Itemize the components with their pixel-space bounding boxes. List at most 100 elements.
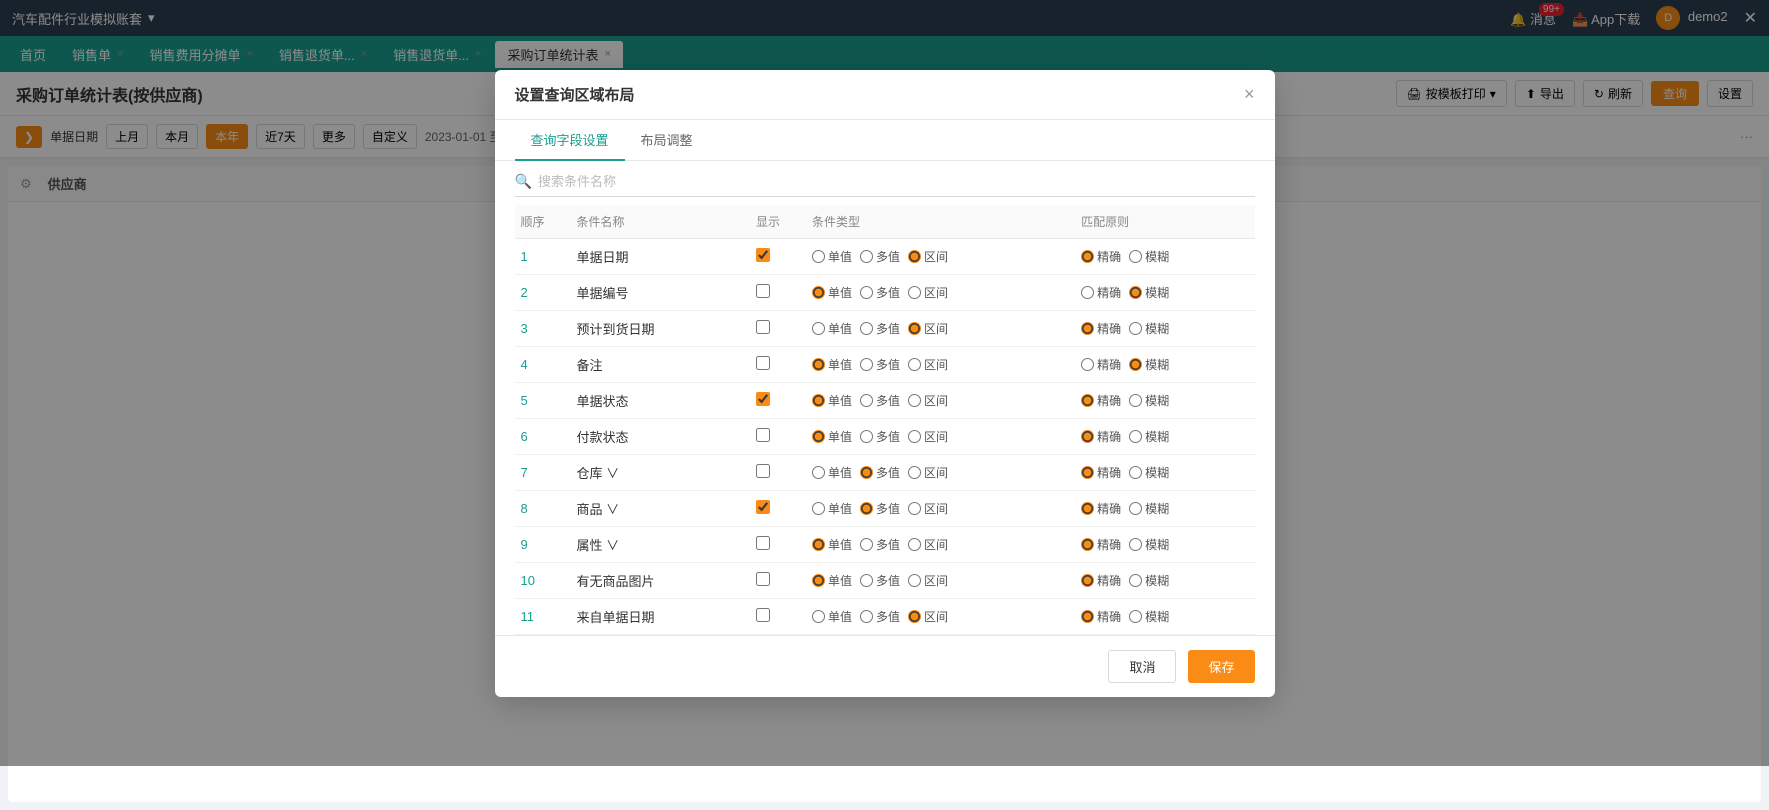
dialog-tab-layout[interactable]: 布局调整 bbox=[625, 120, 709, 161]
type-radio-1[interactable]: 多值 bbox=[860, 248, 900, 265]
row-display[interactable] bbox=[750, 346, 806, 382]
display-checkbox[interactable] bbox=[756, 248, 770, 262]
type-radio-2[interactable]: 区间 bbox=[908, 284, 948, 301]
match-radio-0[interactable]: 精确 bbox=[1081, 284, 1121, 301]
row-match: 精确模糊 bbox=[1075, 310, 1254, 346]
row-seq: 1 bbox=[521, 249, 528, 264]
row-display[interactable] bbox=[750, 598, 806, 634]
display-checkbox[interactable] bbox=[756, 284, 770, 298]
match-radio-0[interactable]: 精确 bbox=[1081, 608, 1121, 625]
match-radio-0[interactable]: 精确 bbox=[1081, 428, 1121, 445]
type-radio-1[interactable]: 多值 bbox=[860, 500, 900, 517]
type-radio-2[interactable]: 区间 bbox=[908, 572, 948, 589]
type-radio-2[interactable]: 区间 bbox=[908, 536, 948, 553]
table-row: 2单据编号单值多值区间精确模糊 bbox=[515, 274, 1255, 310]
type-radio-2[interactable]: 区间 bbox=[908, 500, 948, 517]
row-display[interactable] bbox=[750, 310, 806, 346]
row-display[interactable] bbox=[750, 490, 806, 526]
table-row: 6付款状态单值多值区间精确模糊 bbox=[515, 418, 1255, 454]
row-seq: 8 bbox=[521, 501, 528, 516]
type-radio-0[interactable]: 单值 bbox=[812, 536, 852, 553]
save-btn[interactable]: 保存 bbox=[1188, 650, 1254, 683]
search-input[interactable] bbox=[538, 174, 1255, 189]
row-match: 精确模糊 bbox=[1075, 526, 1254, 562]
type-radio-1[interactable]: 多值 bbox=[860, 464, 900, 481]
type-radio-2[interactable]: 区间 bbox=[908, 392, 948, 409]
type-radio-0[interactable]: 单值 bbox=[812, 572, 852, 589]
type-radio-1[interactable]: 多值 bbox=[860, 608, 900, 625]
match-radio-1[interactable]: 模糊 bbox=[1129, 392, 1169, 409]
type-radio-1[interactable]: 多值 bbox=[860, 536, 900, 553]
display-checkbox[interactable] bbox=[756, 320, 770, 334]
type-radio-0[interactable]: 单值 bbox=[812, 428, 852, 445]
table-row: 10有无商品图片单值多值区间精确模糊 bbox=[515, 562, 1255, 598]
display-checkbox[interactable] bbox=[756, 536, 770, 550]
type-radio-1[interactable]: 多值 bbox=[860, 320, 900, 337]
type-radio-0[interactable]: 单值 bbox=[812, 392, 852, 409]
display-checkbox[interactable] bbox=[756, 428, 770, 442]
display-checkbox[interactable] bbox=[756, 572, 770, 586]
dialog-title: 设置查询区域布局 bbox=[515, 84, 635, 105]
type-radio-2[interactable]: 区间 bbox=[908, 608, 948, 625]
type-radio-2[interactable]: 区间 bbox=[908, 356, 948, 373]
type-radio-0[interactable]: 单值 bbox=[812, 248, 852, 265]
type-radio-2[interactable]: 区间 bbox=[908, 320, 948, 337]
row-seq: 10 bbox=[521, 573, 535, 588]
display-checkbox[interactable] bbox=[756, 608, 770, 622]
dialog-close-btn[interactable]: × bbox=[1244, 85, 1255, 103]
display-checkbox[interactable] bbox=[756, 464, 770, 478]
match-radio-0[interactable]: 精确 bbox=[1081, 320, 1121, 337]
type-radio-1[interactable]: 多值 bbox=[860, 572, 900, 589]
type-radio-1[interactable]: 多值 bbox=[860, 428, 900, 445]
cancel-btn[interactable]: 取消 bbox=[1108, 650, 1176, 683]
row-seq: 5 bbox=[521, 393, 528, 408]
match-radio-0[interactable]: 精确 bbox=[1081, 392, 1121, 409]
match-radio-0[interactable]: 精确 bbox=[1081, 536, 1121, 553]
match-radio-1[interactable]: 模糊 bbox=[1129, 572, 1169, 589]
match-radio-1[interactable]: 模糊 bbox=[1129, 464, 1169, 481]
type-radio-0[interactable]: 单值 bbox=[812, 500, 852, 517]
type-radio-0[interactable]: 单值 bbox=[812, 284, 852, 301]
row-name: 付款状态 bbox=[571, 418, 750, 454]
match-radio-0[interactable]: 精确 bbox=[1081, 572, 1121, 589]
match-radio-1[interactable]: 模糊 bbox=[1129, 284, 1169, 301]
match-radio-0[interactable]: 精确 bbox=[1081, 248, 1121, 265]
display-checkbox[interactable] bbox=[756, 392, 770, 406]
display-checkbox[interactable] bbox=[756, 356, 770, 370]
row-seq: 3 bbox=[521, 321, 528, 336]
row-seq: 9 bbox=[521, 537, 528, 552]
row-display[interactable] bbox=[750, 562, 806, 598]
type-radio-2[interactable]: 区间 bbox=[908, 428, 948, 445]
type-radio-2[interactable]: 区间 bbox=[908, 464, 948, 481]
dialog-tab-query-fields-label: 查询字段设置 bbox=[531, 133, 609, 148]
type-radio-1[interactable]: 多值 bbox=[860, 392, 900, 409]
match-radio-0[interactable]: 精确 bbox=[1081, 464, 1121, 481]
dialog-overlay: 设置查询区域布局 × 查询字段设置 布局调整 🔍 顺序 条件名称 bbox=[0, 0, 1769, 766]
match-radio-0[interactable]: 精确 bbox=[1081, 500, 1121, 517]
row-display[interactable] bbox=[750, 454, 806, 490]
type-radio-1[interactable]: 多值 bbox=[860, 356, 900, 373]
type-radio-0[interactable]: 单值 bbox=[812, 320, 852, 337]
display-checkbox[interactable] bbox=[756, 500, 770, 514]
type-radio-0[interactable]: 单值 bbox=[812, 356, 852, 373]
row-type: 单值多值区间 bbox=[806, 418, 1075, 454]
match-radio-1[interactable]: 模糊 bbox=[1129, 500, 1169, 517]
row-name: 单据编号 bbox=[571, 274, 750, 310]
row-display[interactable] bbox=[750, 418, 806, 454]
dialog-tab-query-fields[interactable]: 查询字段设置 bbox=[515, 120, 625, 161]
match-radio-1[interactable]: 模糊 bbox=[1129, 320, 1169, 337]
match-radio-1[interactable]: 模糊 bbox=[1129, 248, 1169, 265]
match-radio-1[interactable]: 模糊 bbox=[1129, 356, 1169, 373]
match-radio-1[interactable]: 模糊 bbox=[1129, 428, 1169, 445]
type-radio-1[interactable]: 多值 bbox=[860, 284, 900, 301]
row-display[interactable] bbox=[750, 274, 806, 310]
type-radio-0[interactable]: 单值 bbox=[812, 464, 852, 481]
type-radio-0[interactable]: 单值 bbox=[812, 608, 852, 625]
type-radio-2[interactable]: 区间 bbox=[908, 248, 948, 265]
row-display[interactable] bbox=[750, 526, 806, 562]
match-radio-0[interactable]: 精确 bbox=[1081, 356, 1121, 373]
row-display[interactable] bbox=[750, 238, 806, 274]
match-radio-1[interactable]: 模糊 bbox=[1129, 536, 1169, 553]
row-display[interactable] bbox=[750, 382, 806, 418]
match-radio-1[interactable]: 模糊 bbox=[1129, 608, 1169, 625]
